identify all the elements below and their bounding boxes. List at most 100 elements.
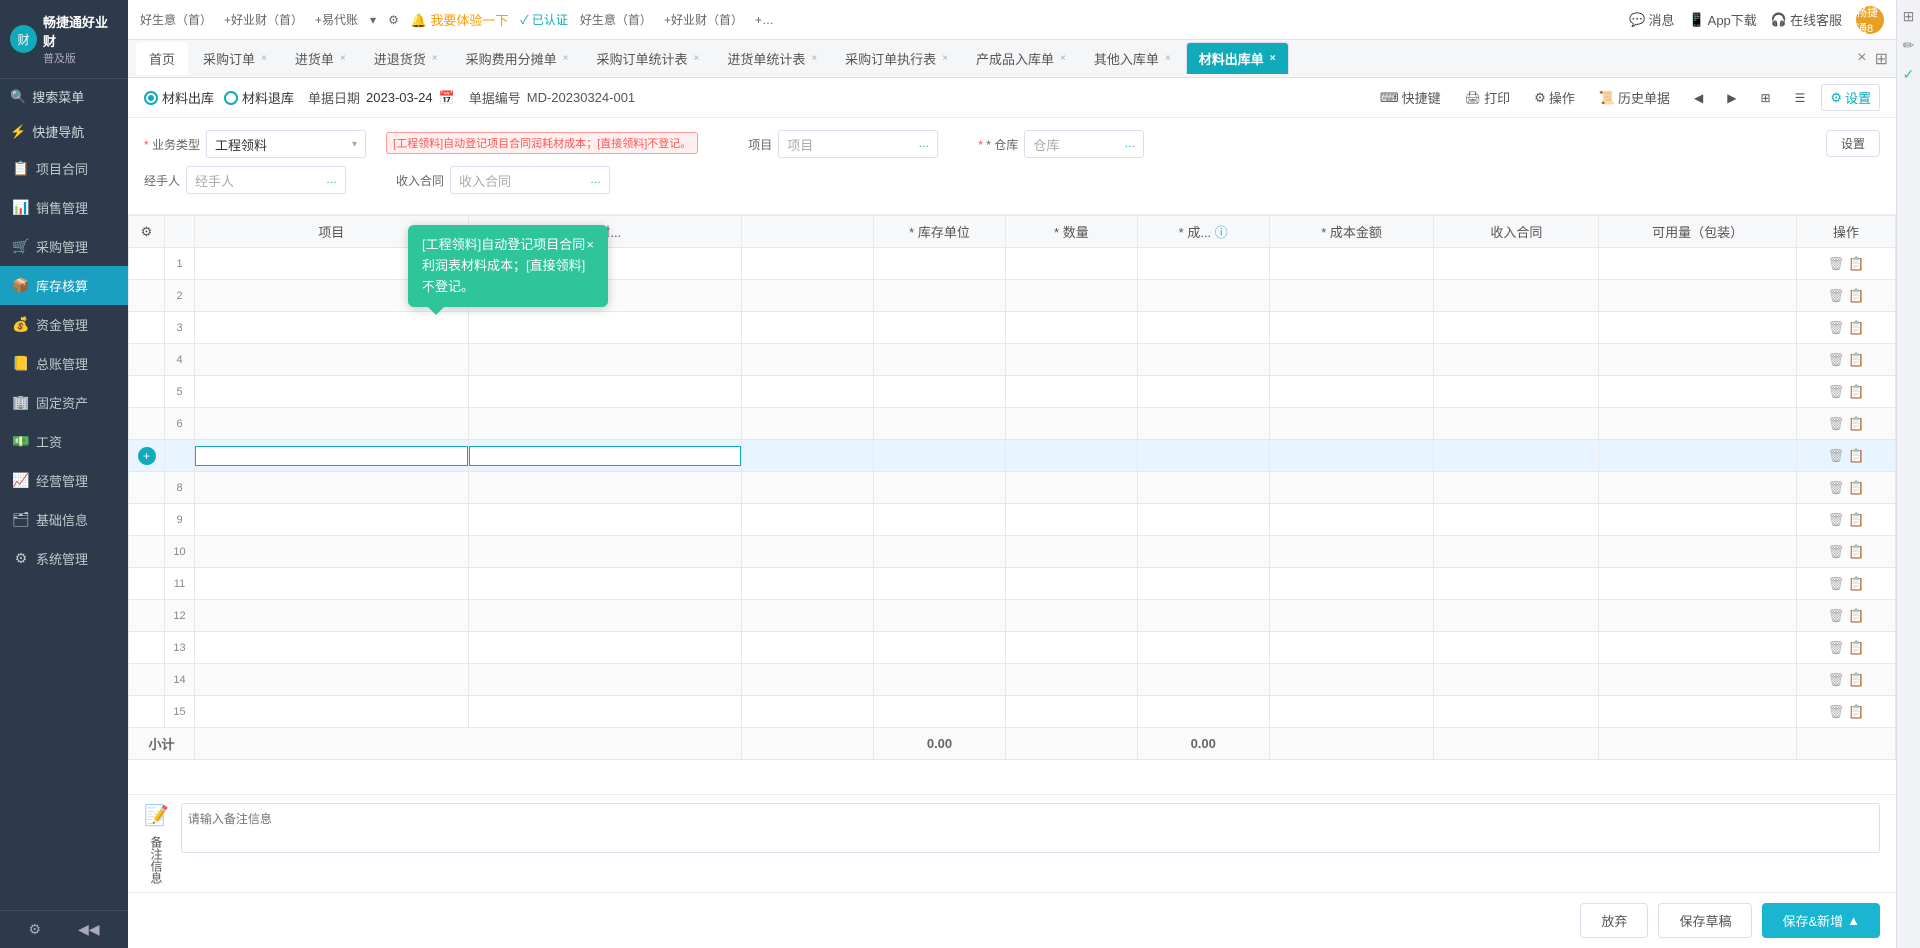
col-gear[interactable]: ⚙ <box>129 216 165 248</box>
tab-receipt-stats[interactable]: 进货单统计表 × <box>714 42 830 75</box>
tab-close-icon[interactable]: × <box>811 53 817 64</box>
topbar-item-2[interactable]: +好业财（首） <box>224 11 303 28</box>
row-material-input[interactable] <box>469 446 742 466</box>
tab-material-issue[interactable]: 材料出库单 × <box>1186 42 1289 75</box>
row-cost[interactable] <box>1137 248 1269 280</box>
row-unit[interactable] <box>874 248 1006 280</box>
tab-close-icon[interactable]: × <box>693 53 699 64</box>
delete-row-icon[interactable]: 🗑 <box>1828 288 1845 304</box>
topbar-item-1[interactable]: 好生意（首） <box>140 11 212 28</box>
copy-row-icon[interactable]: 📋 <box>1848 480 1864 496</box>
warehouse-dots-icon[interactable]: … <box>1124 138 1135 150</box>
tab-close-icon[interactable]: × <box>942 53 948 64</box>
row-qty[interactable] <box>1005 280 1137 312</box>
sidebar-item-ops[interactable]: 📈 经营管理 <box>0 461 128 500</box>
copy-row-icon[interactable]: 📋 <box>1848 608 1864 624</box>
row-available[interactable] <box>1599 248 1797 280</box>
copy-row-icon[interactable]: 📋 <box>1848 384 1864 400</box>
delete-row-icon[interactable]: 🗑 <box>1828 416 1845 432</box>
tab-goods-receipt[interactable]: 进货单 × <box>282 42 359 75</box>
sidebar-item-assets[interactable]: 🏢 固定资产 <box>0 383 128 422</box>
info-icon[interactable]: ⓘ <box>1215 225 1228 240</box>
delete-row-icon[interactable]: 🗑 <box>1828 672 1845 688</box>
message-btn[interactable]: 💬 消息 <box>1629 10 1674 29</box>
delete-row-icon[interactable]: 🗑 <box>1828 480 1845 496</box>
warehouse-input[interactable]: 仓库 … <box>1024 130 1144 158</box>
avatar[interactable]: 畅捷通8 <box>1856 6 1884 34</box>
topbar-item-7[interactable]: 好生意（首） <box>580 11 652 28</box>
grid-view-btn[interactable]: ⊞ <box>1753 88 1779 108</box>
sidebar-item-payroll[interactable]: 💵 工资 <box>0 422 128 461</box>
sidebar-item-purchase[interactable]: 🛒 采购管理 <box>0 227 128 266</box>
project-dots-icon[interactable]: … <box>918 138 929 150</box>
row-contract[interactable] <box>1434 248 1599 280</box>
row-spec[interactable] <box>742 248 874 280</box>
tab-purchase-order[interactable]: 采购订单 × <box>190 42 280 75</box>
close-tab-btn[interactable]: × <box>1857 49 1866 69</box>
topbar-try[interactable]: 🔔 我要体验一下 <box>411 10 509 29</box>
tab-menu-btn[interactable]: ⊞ <box>1875 49 1888 69</box>
copy-row-icon[interactable]: 📋 <box>1848 448 1864 464</box>
sidebar-item-basic[interactable]: 🗂 基础信息 <box>0 500 128 539</box>
print-btn[interactable]: 🖨 打印 <box>1457 85 1519 110</box>
tab-other-receipt[interactable]: 其他入库单 × <box>1081 42 1184 75</box>
tab-goods-return[interactable]: 进退货货 × <box>361 42 451 75</box>
row-qty[interactable] <box>1005 248 1137 280</box>
tab-close-icon[interactable]: × <box>261 53 267 64</box>
tooltip-close-btn[interactable]: × <box>586 235 594 256</box>
date-value[interactable]: 2023-03-24 <box>366 90 433 105</box>
tab-home[interactable]: 首页 <box>136 42 188 75</box>
copy-row-icon[interactable]: 📋 <box>1848 288 1864 304</box>
topbar-item-3[interactable]: +易代账 <box>315 11 358 28</box>
calendar-icon[interactable]: 📅 <box>439 90 455 106</box>
tab-close-icon[interactable]: × <box>1060 53 1066 64</box>
set-button[interactable]: 设置 <box>1826 130 1880 157</box>
row-contract[interactable] <box>1434 280 1599 312</box>
project-input[interactable]: 项目 … <box>778 130 938 158</box>
tab-close-icon[interactable]: × <box>1270 53 1276 64</box>
income-contract-input[interactable]: 收入合同 … <box>450 166 610 194</box>
sidebar-item-system[interactable]: ⚙ 系统管理 <box>0 539 128 578</box>
tab-purchase-exec[interactable]: 采购订单执行表 × <box>832 42 961 75</box>
radio-return[interactable]: 材料退库 <box>224 88 294 107</box>
topbar-item-9[interactable]: +… <box>755 13 774 27</box>
collapse-icon[interactable]: ◀◀ <box>78 921 100 938</box>
add-row-btn[interactable]: + <box>138 447 156 465</box>
list-view-btn[interactable]: ☰ <box>1787 88 1814 108</box>
copy-row-icon[interactable]: 📋 <box>1848 576 1864 592</box>
copy-row-icon[interactable]: 📋 <box>1848 512 1864 528</box>
side-tool-pencil[interactable]: ✏ <box>1899 33 1919 58</box>
tab-close-icon[interactable]: × <box>1165 53 1171 64</box>
tab-close-icon[interactable]: × <box>340 53 346 64</box>
operation-btn[interactable]: ⚙ 操作 <box>1526 85 1583 110</box>
row-cost[interactable] <box>1137 280 1269 312</box>
topbar-certified[interactable]: ✓ 已认证 <box>520 11 568 28</box>
topbar-settings-icon[interactable]: ⚙ <box>388 13 399 27</box>
radio-issue[interactable]: 材料出库 <box>144 88 214 107</box>
delete-row-icon[interactable]: 🗑 <box>1828 320 1845 336</box>
delete-row-icon[interactable]: 🗑 <box>1828 576 1845 592</box>
tab-purchase-fee[interactable]: 采购费用分摊单 × <box>453 42 582 75</box>
discard-btn[interactable]: 放弃 <box>1580 903 1648 938</box>
business-type-input[interactable]: 工程领料 ▾ <box>206 130 366 158</box>
copy-row-icon[interactable]: 📋 <box>1848 640 1864 656</box>
delete-row-icon[interactable]: 🗑 <box>1828 384 1845 400</box>
side-tool-grid[interactable]: ⊞ <box>1899 4 1919 29</box>
topbar-dropdown[interactable]: ▾ <box>370 13 376 27</box>
service-btn[interactable]: 🎧 在线客服 <box>1771 10 1842 29</box>
row-project-input[interactable] <box>195 446 468 466</box>
sidebar-item-sales[interactable]: 📊 销售管理 <box>0 188 128 227</box>
delete-row-icon[interactable]: 🗑 <box>1828 704 1845 720</box>
save-draft-btn[interactable]: 保存草稿 <box>1658 903 1752 938</box>
sidebar-item-finance[interactable]: 💰 资金管理 <box>0 305 128 344</box>
delete-row-icon[interactable]: 🗑 <box>1828 608 1845 624</box>
delete-row-icon[interactable]: 🗑 <box>1828 256 1845 272</box>
row-cost-amt[interactable] <box>1269 280 1434 312</box>
settings-btn[interactable]: ⚙ 设置 <box>1821 84 1880 111</box>
settings-bottom-icon[interactable]: ⚙ <box>28 921 41 938</box>
shortcut-btn[interactable]: ⌨ 快捷键 <box>1372 85 1449 110</box>
delete-row-icon[interactable]: 🗑 <box>1828 448 1845 464</box>
copy-row-icon[interactable]: 📋 <box>1848 672 1864 688</box>
row-cost-amt[interactable] <box>1269 248 1434 280</box>
save-new-btn[interactable]: 保存&新增 ▲ <box>1762 903 1880 938</box>
